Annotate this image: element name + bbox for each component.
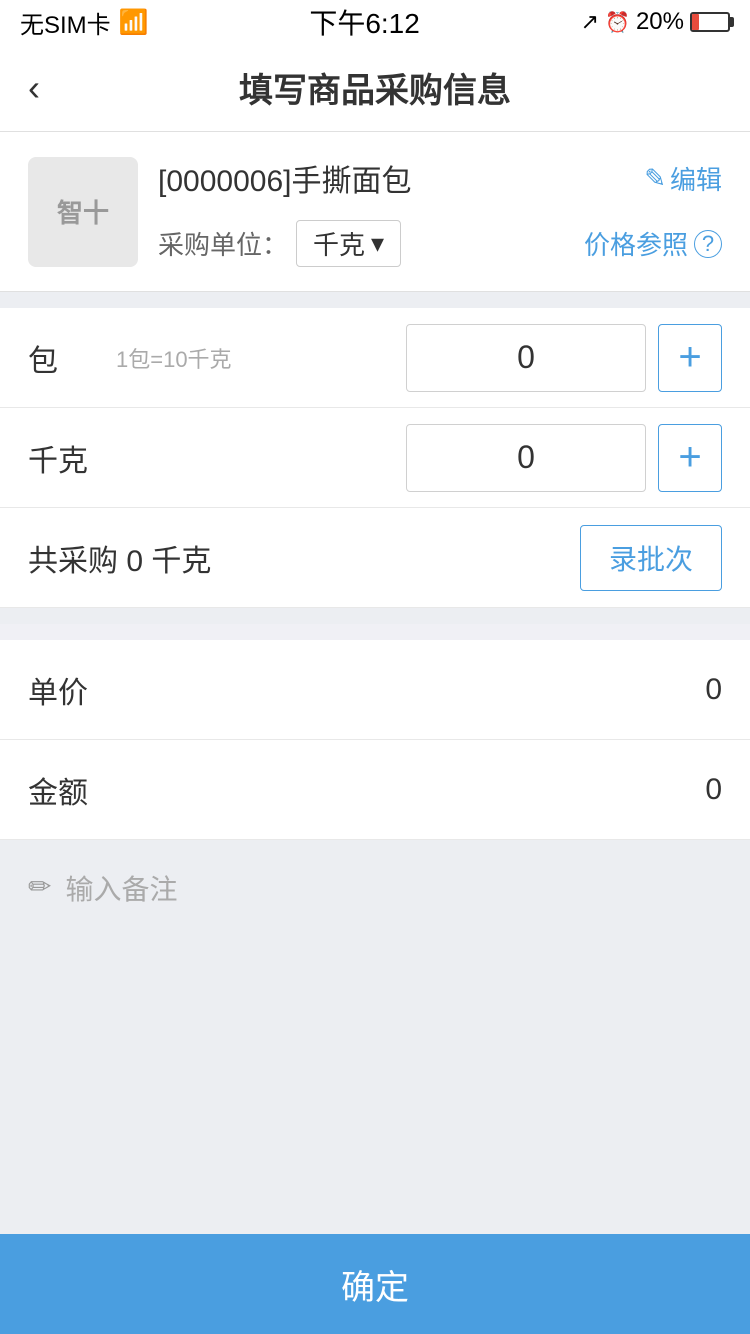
confirm-label: 确定: [341, 1260, 409, 1309]
amount-row: 金额 0: [0, 740, 750, 840]
product-name: [0000006]手撕面包: [158, 156, 411, 200]
back-button[interactable]: ‹: [28, 67, 40, 109]
page-title: 填写商品采购信息: [239, 63, 511, 112]
unit-price-row: 单价 0: [0, 640, 750, 740]
carrier-text: 无SIM卡: [20, 5, 111, 40]
product-card: 智十 [0000006]手撕面包 ✎ 编辑 采购单位： 千克 ▾ 价格参照 ?: [0, 132, 750, 292]
bag-input-row: 包 1包=10千克 0 +: [0, 308, 750, 408]
kg-value: 0: [517, 439, 535, 476]
unit-select[interactable]: 千克 ▾: [296, 220, 401, 267]
amount-label: 金额: [28, 768, 88, 812]
total-label: 共采购 0 千克: [28, 536, 211, 580]
unit-label: 采购单位：: [158, 225, 288, 262]
kg-input-row: 千克 0 +: [0, 408, 750, 508]
product-image: 智十: [28, 157, 138, 267]
record-batch-button[interactable]: 录批次: [580, 525, 722, 591]
product-name-row: [0000006]手撕面包 ✎ 编辑: [158, 156, 722, 200]
bottom-space: [0, 960, 750, 1260]
product-info: [0000006]手撕面包 ✎ 编辑 采购单位： 千克 ▾ 价格参照 ?: [158, 156, 722, 267]
battery-icon: [690, 12, 730, 32]
wifi-signal-icon: 📶: [119, 8, 149, 37]
kg-plus-button[interactable]: +: [658, 424, 722, 492]
edit-icon: ✎: [644, 163, 666, 194]
edit-label: 编辑: [670, 160, 722, 197]
bag-value: 0: [517, 339, 535, 376]
help-icon: ?: [694, 230, 722, 258]
input-section: 包 1包=10千克 0 + 千克 0 + 共采购 0 千克 录批次: [0, 308, 750, 608]
confirm-bar[interactable]: 确定: [0, 1234, 750, 1334]
section-divider-1: [0, 292, 750, 308]
remark-section[interactable]: ✏ 输入备注: [0, 840, 750, 960]
unit-selector-area: 采购单位： 千克 ▾: [158, 220, 401, 267]
status-right: ↗ ⏰ 20%: [581, 8, 730, 36]
kg-label: 千克: [28, 436, 108, 480]
status-left: 无SIM卡 📶: [20, 5, 149, 40]
total-row: 共采购 0 千克 录批次: [0, 508, 750, 608]
unit-value: 千克: [313, 225, 365, 262]
remark-placeholder: 输入备注: [65, 868, 177, 908]
section-divider-2: [0, 608, 750, 624]
location-icon: ↗: [581, 9, 599, 35]
unit-price-value: 0: [705, 673, 722, 707]
dropdown-icon: ▾: [371, 228, 384, 259]
price-ref-label: 价格参照: [584, 225, 688, 262]
product-unit-row: 采购单位： 千克 ▾ 价格参照 ?: [158, 220, 722, 267]
bag-label: 包: [28, 336, 108, 380]
amount-value: 0: [705, 773, 722, 807]
kg-input-field[interactable]: 0: [406, 424, 646, 492]
bag-plus-button[interactable]: +: [658, 324, 722, 392]
status-time: 下午6:12: [309, 2, 420, 42]
nav-bar: ‹ 填写商品采购信息: [0, 44, 750, 132]
product-logo-text: 智十: [57, 193, 109, 230]
price-section: 单价 0 金额 0: [0, 640, 750, 840]
unit-price-label: 单价: [28, 668, 88, 712]
pencil-icon: ✏: [28, 870, 51, 903]
price-reference-button[interactable]: 价格参照 ?: [584, 225, 722, 262]
status-bar: 无SIM卡 📶 下午6:12 ↗ ⏰ 20%: [0, 0, 750, 44]
bag-sub-label: 1包=10千克: [116, 342, 406, 374]
edit-button[interactable]: ✎ 编辑: [644, 160, 722, 197]
battery-percent: 20%: [636, 8, 684, 36]
bag-input-field[interactable]: 0: [406, 324, 646, 392]
alarm-icon: ⏰: [605, 10, 630, 35]
